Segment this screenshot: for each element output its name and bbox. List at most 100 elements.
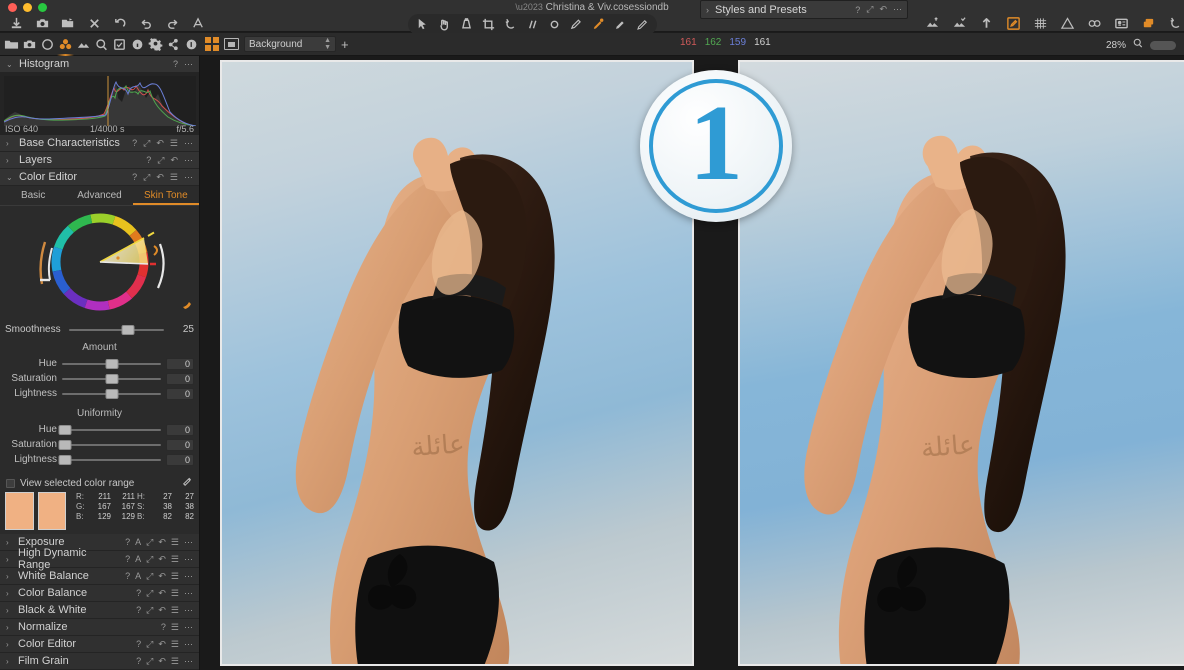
uniformity-saturation-value[interactable]: 0	[166, 438, 194, 451]
color-wheel-graphic[interactable]	[0, 206, 200, 321]
histogram-graph[interactable]: ISO 640 1/4000 s f/5.6	[0, 73, 199, 135]
menu-icon[interactable]: ☰	[171, 656, 179, 667]
help-icon[interactable]: ?	[173, 59, 178, 69]
slider-row[interactable]: Hue 0	[0, 422, 199, 437]
help-icon[interactable]: ?	[136, 639, 141, 649]
tool-tabs[interactable]	[3, 36, 200, 53]
chevron-right-icon[interactable]: ›	[6, 589, 13, 598]
slider-row[interactable]: Lightness 0	[0, 386, 199, 401]
tab-skin-tone[interactable]: Skin Tone	[133, 186, 199, 205]
help-icon[interactable]: ?	[136, 656, 141, 666]
menu-icon[interactable]: ☰	[170, 138, 178, 149]
slider-knob[interactable]	[58, 439, 72, 450]
slider-knob[interactable]	[58, 424, 72, 435]
histogram-actions[interactable]: ? ⋯	[173, 59, 193, 70]
menu-icon[interactable]: ☰	[171, 588, 179, 599]
reset-icon[interactable]: ↶	[158, 571, 166, 582]
amount-hue-value[interactable]: 0	[166, 357, 194, 370]
viewer-layout-icon[interactable]	[1109, 13, 1133, 33]
more-icon[interactable]: ⋯	[184, 588, 193, 599]
slider-row[interactable]: Saturation 0	[0, 371, 199, 386]
more-icon[interactable]: ⋯	[184, 639, 193, 650]
chevron-right-icon[interactable]: ›	[6, 555, 13, 564]
amount-saturation-slider[interactable]	[62, 373, 161, 384]
more-icon[interactable]: ⋯	[184, 172, 193, 183]
section-black-and-white[interactable]: › Black & White ? ⤢ ↶ ☰ ⋯	[0, 602, 199, 619]
tab-advanced[interactable]: Advanced	[66, 186, 132, 205]
tab-basic[interactable]: Basic	[0, 186, 66, 205]
chevron-right-icon[interactable]: ›	[6, 640, 13, 649]
reset-icon[interactable]: ↶	[158, 639, 166, 650]
slider-knob[interactable]	[58, 454, 72, 465]
help-icon[interactable]: ?	[132, 138, 137, 148]
zoom-slider[interactable]	[1150, 40, 1176, 50]
uniformity-lightness-value[interactable]: 0	[166, 453, 194, 466]
chevron-down-icon[interactable]: ⌄	[6, 60, 14, 69]
sidebar-item-color[interactable]	[57, 36, 74, 53]
slider-knob[interactable]	[121, 324, 135, 335]
picker-icon[interactable]	[182, 476, 193, 490]
chevron-right-icon[interactable]: ›	[6, 156, 14, 165]
more-icon[interactable]: ⋯	[184, 537, 193, 548]
color-picker-icon[interactable]	[588, 15, 609, 35]
grid-view-icon[interactable]	[205, 37, 219, 51]
styles-and-presets-panel[interactable]: › Styles and Presets ? ⤢ ↶ ⋯	[700, 0, 908, 19]
reset-icon[interactable]: ↶	[156, 172, 164, 183]
auto-icon[interactable]: A	[135, 537, 141, 547]
menu-icon[interactable]: ☰	[171, 622, 179, 633]
sidebar-item-metadata[interactable]	[129, 36, 146, 53]
help-icon[interactable]: ?	[136, 588, 141, 598]
uniformity-hue-value[interactable]: 0	[166, 423, 194, 436]
more-icon[interactable]: ⋯	[893, 4, 902, 15]
more-icon[interactable]: ⋯	[184, 605, 193, 616]
auto-icon[interactable]: A	[135, 571, 141, 581]
sidebar-item-exposure[interactable]	[75, 36, 92, 53]
eraser-icon[interactable]	[632, 15, 653, 35]
amount-lightness-value[interactable]: 0	[166, 387, 194, 400]
more-icon[interactable]: ⋯	[184, 622, 193, 633]
titlebar-right-toolbar[interactable]	[920, 13, 1184, 33]
sidebar-item-library[interactable]	[3, 36, 20, 53]
chevron-down-icon[interactable]: ⌄	[6, 173, 14, 182]
help-icon[interactable]: ?	[132, 172, 137, 182]
smoothness-slider[interactable]	[69, 324, 164, 335]
alert-icon[interactable]	[1055, 13, 1079, 33]
titlebar-tool-cluster[interactable]	[408, 14, 657, 35]
menu-icon[interactable]: ☰	[171, 554, 179, 565]
view-color-range-row[interactable]: View selected color range	[0, 476, 199, 490]
color-editor-tabs[interactable]: Basic Advanced Skin Tone	[0, 186, 199, 206]
chevron-right-icon[interactable]: ›	[6, 623, 13, 632]
menu-icon[interactable]: ☰	[171, 605, 179, 616]
delete-icon[interactable]	[82, 13, 106, 33]
image-pane-right[interactable]: عائلة	[738, 60, 1184, 666]
add-collection-button[interactable]: +	[341, 37, 349, 52]
zoom-fit-icon[interactable]	[1132, 36, 1144, 54]
reset-icon[interactable]: ↶	[158, 656, 166, 667]
rotate-left-icon[interactable]	[108, 13, 132, 33]
zoom-tool-icon[interactable]	[456, 15, 477, 35]
collection-select[interactable]: Background ▲ ▼	[244, 36, 336, 52]
more-icon[interactable]: ⋯	[184, 138, 193, 149]
gradient-mask-icon[interactable]	[610, 15, 631, 35]
rotate-ccw-icon[interactable]	[1163, 13, 1184, 33]
more-icon[interactable]: ⋯	[184, 155, 193, 166]
enable-icon[interactable]: ⤢	[143, 172, 150, 183]
menu-icon[interactable]: ☰	[171, 571, 179, 582]
section-color-editor[interactable]: ⌄ Color Editor ? ⤢ ↶ ☰ ⋯	[0, 169, 199, 186]
menu-icon[interactable]: ☰	[171, 639, 179, 650]
section-normalize[interactable]: › Normalize ? ☰ ⋯	[0, 619, 199, 636]
pointer-tool-icon[interactable]	[412, 15, 433, 35]
view-color-range-checkbox[interactable]	[6, 478, 15, 488]
help-icon[interactable]: ?	[855, 5, 860, 15]
slider-row[interactable]: Saturation 0	[0, 437, 199, 452]
export-images-icon[interactable]	[947, 13, 971, 33]
section-color-editor-collapsed[interactable]: › Color Editor ? ⤢ ↶ ☰ ⋯	[0, 636, 199, 653]
slider-knob[interactable]	[105, 358, 118, 369]
redo-icon[interactable]	[160, 13, 184, 33]
zoom-controls[interactable]: 28%	[1106, 36, 1176, 54]
histogram-header[interactable]: ⌄ Histogram ? ⋯	[0, 56, 199, 73]
styles-panel-actions[interactable]: ? ⤢ ↶ ⋯	[855, 4, 902, 15]
draw-mask-icon[interactable]	[566, 15, 587, 35]
sidebar-item-details[interactable]	[93, 36, 110, 53]
undo-icon[interactable]	[134, 13, 158, 33]
